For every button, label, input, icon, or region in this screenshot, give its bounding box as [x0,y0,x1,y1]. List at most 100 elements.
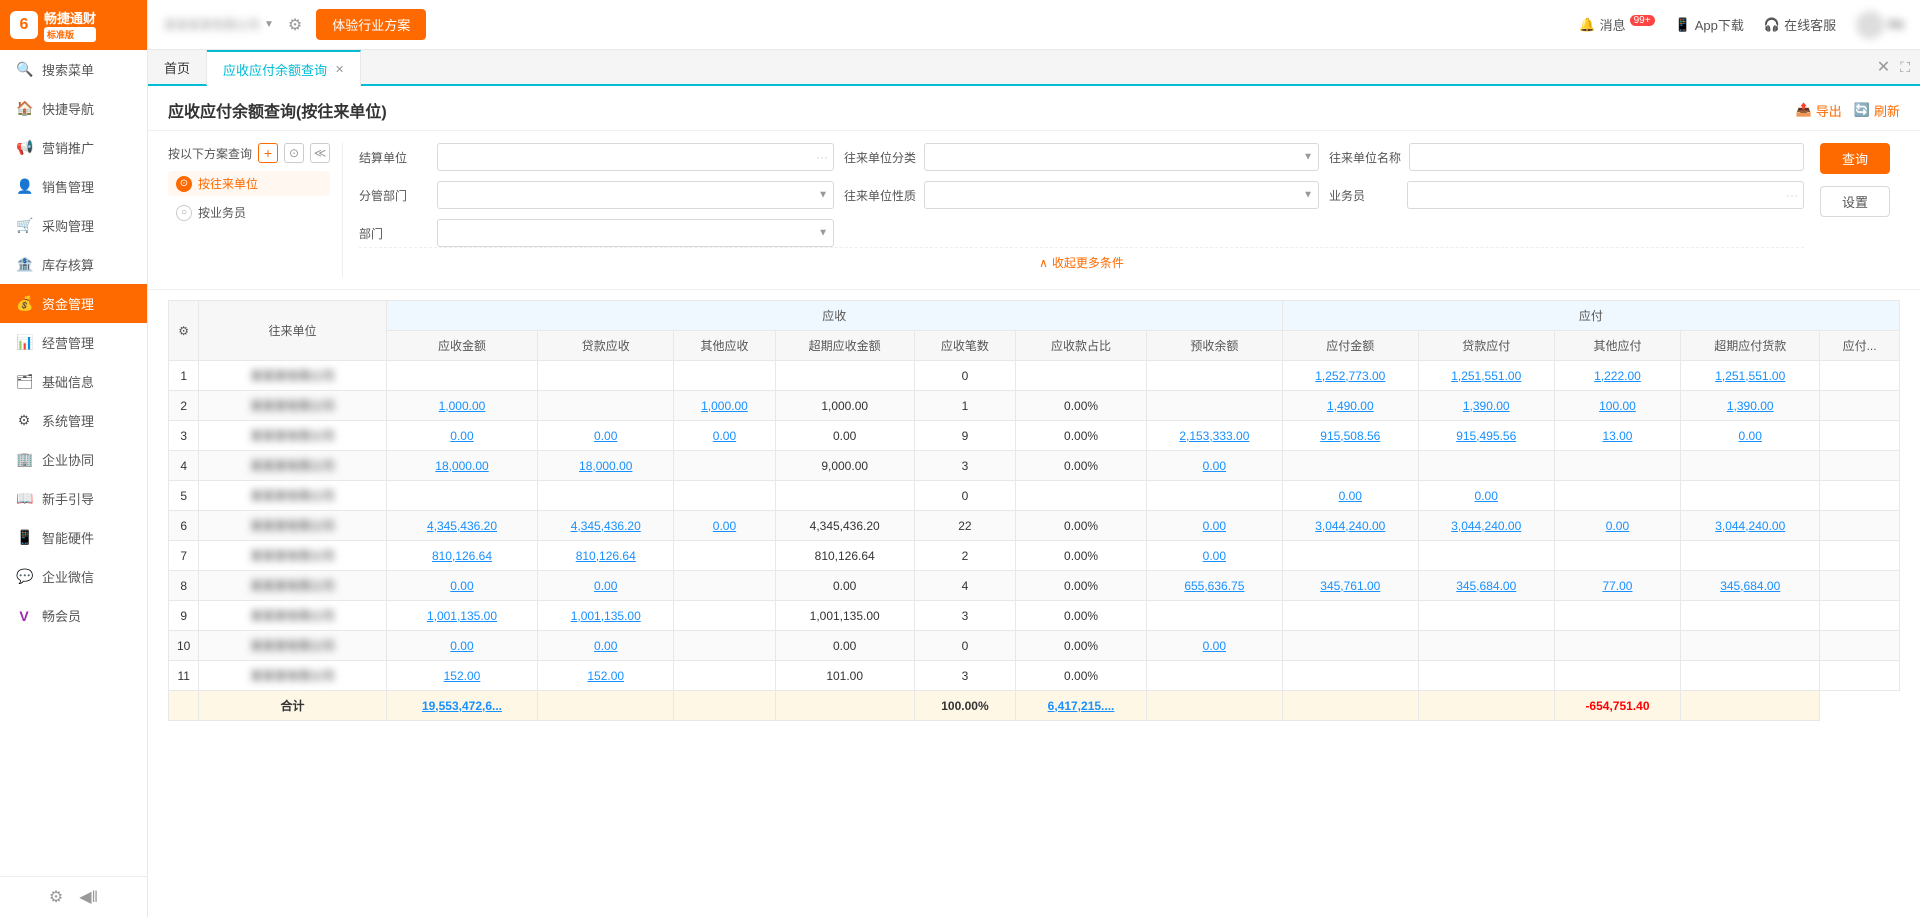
col-ar-prepay: 预收余额 [1146,331,1282,361]
table-footer-row: 合计 19,553,472,6... 100.00% 6,417,215....… [169,691,1900,721]
wechat-icon: 💬 [16,568,32,585]
tab-query-close-icon[interactable]: ✕ [335,63,344,76]
sidebar-item-purchase[interactable]: 🛒 采购管理 [0,206,147,245]
tab-bar: 首页 应收应付余额查询 ✕ ✕ ⛶ [148,50,1920,86]
refresh-btn[interactable]: 🔄 刷新 [1854,101,1900,120]
department-label: 部门 [359,225,429,242]
table-row: 8某某某有限公司0.000.000.0040.00%655,636.75345,… [169,571,1900,601]
salesman-dots-icon: ··· [1786,188,1798,202]
export-btn[interactable]: 📤 导出 [1796,101,1842,120]
online-service-btn[interactable]: 🎧 在线客服 [1764,15,1836,34]
footer-ap-prepay[interactable]: 6,417,215.... [1016,691,1147,721]
hardware-icon: 📱 [16,529,32,546]
filter-collapse-icon[interactable]: ≪ [310,143,330,163]
topbar-gear-icon[interactable]: ⚙ [288,15,302,35]
main-area: 首页 应收应付余额查询 ✕ ✕ ⛶ 应收应付余额查询(按往来单位) 📤 导出 🔄… [148,50,1920,917]
col-ar-amount: 应收金额 [386,331,538,361]
scheme-item-by-salesman[interactable]: ○ 按业务员 [168,200,330,225]
footer-empty5 [1146,691,1282,721]
page-content: 应收应付余额查询(按往来单位) 📤 导出 🔄 刷新 按以下方案查询 [148,86,1920,917]
sidebar-item-finance[interactable]: 💰 资金管理 [0,284,147,323]
system-icon: ⚙ [16,412,32,429]
salesman-input-wrap: ··· [1407,181,1804,209]
table-row: 10某某某有限公司0.000.000.0000.00%0.00 [169,631,1900,661]
unit-name-input[interactable] [1409,143,1804,171]
tab-home[interactable]: 首页 [148,50,207,85]
business-icon: 📊 [16,334,32,351]
sidebar-item-wechat[interactable]: 💬 企业微信 [0,557,147,596]
sidebar-item-hardware[interactable]: 📱 智能硬件 [0,518,147,557]
sidebar-item-inventory[interactable]: 🏦 库存核算 [0,245,147,284]
unit-nature-select-wrap [924,181,1319,209]
collapse-more-btn[interactable]: ∧ 收起更多条件 [359,247,1804,277]
sidebar-item-search[interactable]: 🔍 搜索菜单 [0,50,147,89]
tab-close-all-icon[interactable]: ✕ [1877,57,1890,77]
tab-query[interactable]: 应收应付余额查询 ✕ [207,50,361,86]
filter-section: 按以下方案查询 + ⊙ ≪ ⊙ 按往来单位 ○ 按业务员 [168,143,1900,277]
sidebar-item-guide[interactable]: 📖 新手引导 [0,479,147,518]
sidebar-item-member[interactable]: V 畅会员 [0,596,147,635]
col-ap-loan: 贷款应付 [1418,331,1554,361]
sidebar-settings-btn[interactable]: ⚙ [49,887,63,907]
table-row: 5某某某有限公司00.000.00 [169,481,1900,511]
company-name: 某某某某有限公司 [164,16,260,33]
finance-icon: 💰 [16,295,32,312]
sidebar-item-system[interactable]: ⚙ 系统管理 [0,401,147,440]
setting-btn[interactable]: 设置 [1820,186,1890,217]
filter-setting-icon[interactable]: ⊙ [284,143,304,163]
footer-ap-overdue: -654,751.40 [1554,691,1681,721]
guide-icon: 📖 [16,490,32,507]
filter-add-btn[interactable]: + [258,143,278,163]
col-ar-loan: 贷款应收 [538,331,674,361]
footer-ar-total[interactable]: 19,553,472,6... [386,691,538,721]
basicinfo-icon: 🗂 [16,373,32,390]
table-row: 6某某某有限公司4,345,436.204,345,436.200.004,34… [169,511,1900,541]
company-selector[interactable]: 某某某某有限公司 ▼ [164,16,274,33]
table-area: ⚙ 往来单位 应收 应付 应收金额 贷款应收 其他应收 超期应收金额 应收笔数 … [148,290,1920,731]
department-select[interactable] [437,219,834,247]
filter-right: 结算单位 ··· 往来单位分类 [359,143,1804,277]
user-avatar[interactable]: Rit [1856,11,1904,39]
sidebar-item-marketing[interactable]: 📢 营销推广 [0,128,147,167]
scheme-unit-icon: ⊙ [176,176,192,192]
dept-select[interactable] [437,181,834,209]
topbar-right: 🔔 消息 99+ 📱 App下载 🎧 在线客服 Rit [1579,11,1904,39]
settlement-unit-input[interactable] [437,143,834,171]
company-caret-icon: ▼ [264,19,274,30]
marketing-icon: 📢 [16,139,32,156]
unit-nature-select[interactable] [924,181,1319,209]
sidebar-item-basicinfo[interactable]: 🗂 基础信息 [0,362,147,401]
sidebar-item-quicknav[interactable]: 🏠 快捷导航 [0,89,147,128]
query-btn[interactable]: 查询 [1820,143,1890,174]
refresh-icon: 🔄 [1854,102,1870,118]
footer-ar-ratio: 100.00% [914,691,1016,721]
filter-salesman: 业务员 ··· [1329,181,1804,209]
sidebar-item-sales[interactable]: 👤 销售管理 [0,167,147,206]
sidebar-collapse-btn[interactable]: ◀‖ [79,887,98,907]
table-row: 1某某某有限公司01,252,773.001,251,551.001,222.0… [169,361,1900,391]
scheme-salesman-icon: ○ [176,205,192,221]
notification-badge: 99+ [1630,15,1655,26]
settlement-unit-input-wrap: ··· [437,143,834,171]
promo-btn[interactable]: 体验行业方案 [316,9,426,40]
tab-home-label: 首页 [164,58,190,77]
col-settings-header[interactable]: ⚙ [169,301,199,361]
footer-empty3 [674,691,776,721]
unit-category-select[interactable] [924,143,1319,171]
filter-unit-category: 往来单位分类 [844,143,1319,171]
app-download-btn[interactable]: 📱 App下载 [1675,15,1744,34]
sidebar-item-enterprise[interactable]: 🏢 企业协同 [0,440,147,479]
logo-sub: 标准版 [44,27,96,42]
table-row: 3某某某有限公司0.000.000.000.0090.00%2,153,333.… [169,421,1900,451]
sidebar-item-business[interactable]: 📊 经营管理 [0,323,147,362]
mobile-icon: 📱 [1675,17,1691,33]
sidebar: 6 畅捷通财 标准版 🔍 搜索菜单 🏠 快捷导航 📢 营销推广 👤 销售管理 🛒… [0,0,148,917]
inventory-icon: 🏦 [16,256,32,273]
bell-icon: 🔔 [1579,17,1595,33]
salesman-input[interactable] [1407,181,1804,209]
notification-btn[interactable]: 🔔 消息 99+ [1579,15,1654,34]
page-header: 应收应付余额查询(按往来单位) 📤 导出 🔄 刷新 [148,86,1920,131]
tab-maximize-icon[interactable]: ⛶ [1900,59,1910,76]
logo-name: 畅捷通财 [44,8,96,27]
scheme-item-by-unit[interactable]: ⊙ 按往来单位 [168,171,330,196]
